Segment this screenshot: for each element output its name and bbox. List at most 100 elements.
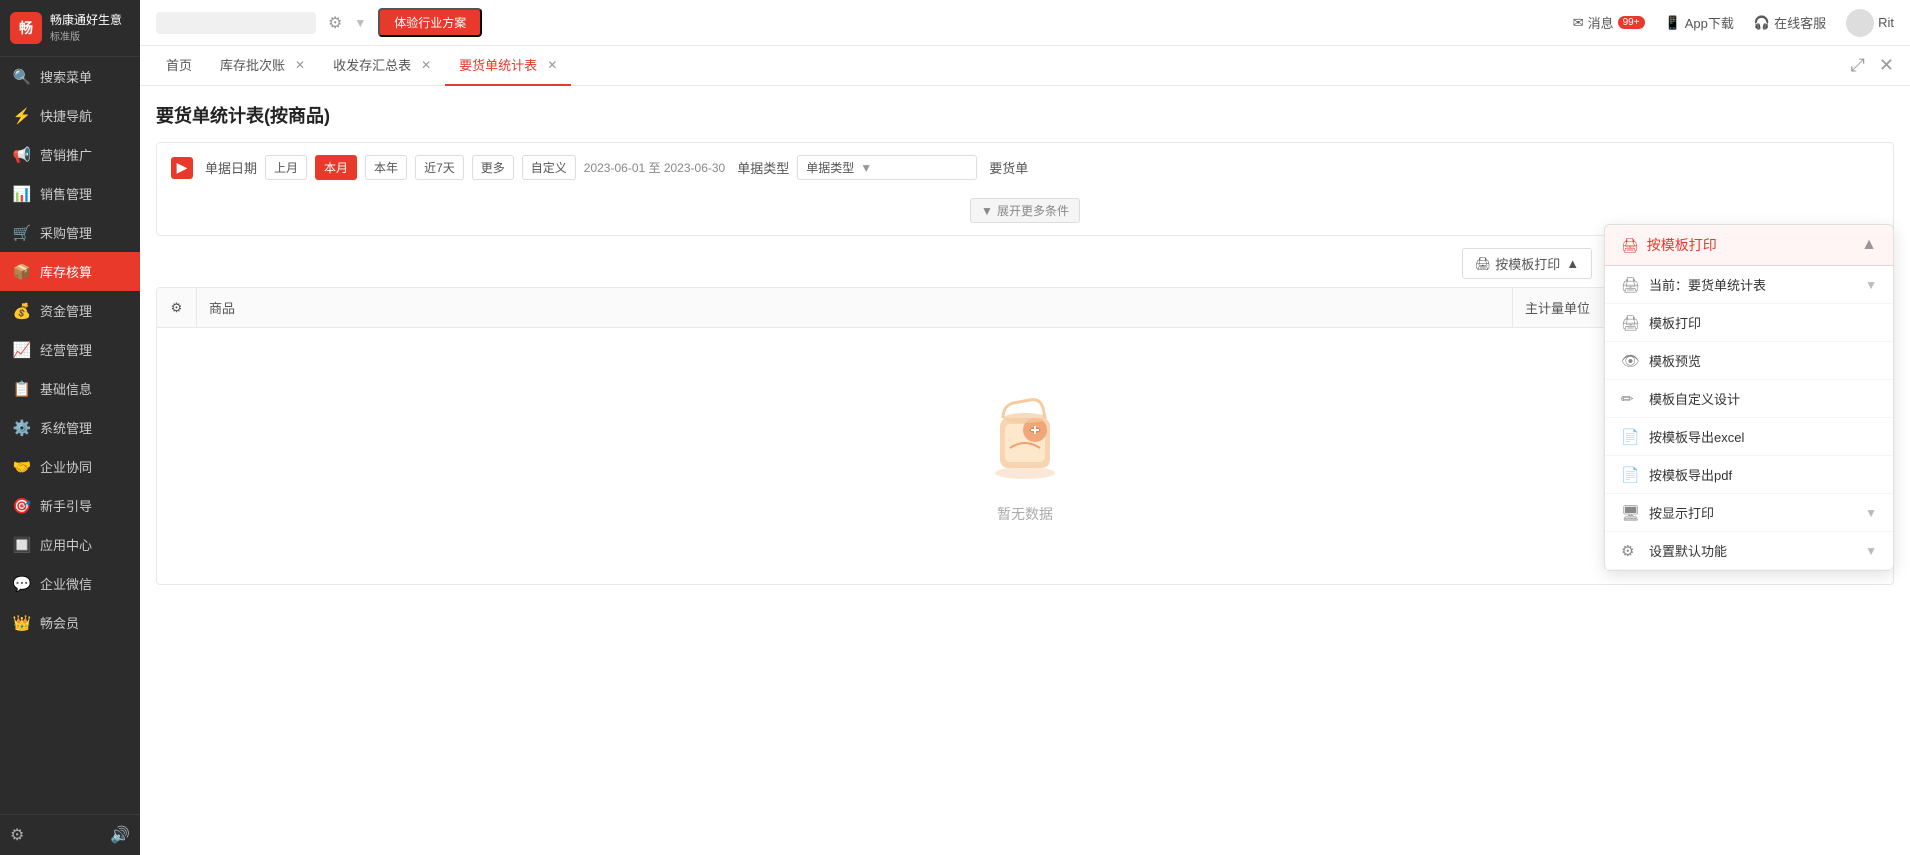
sidebar-item-member[interactable]: 👑 畅会员 bbox=[0, 603, 140, 642]
settings-col-icon[interactable]: ⚙ bbox=[171, 300, 183, 316]
current-template-icon: 🖨 bbox=[1621, 276, 1639, 294]
app-download-button[interactable]: 📱 App下载 bbox=[1665, 13, 1734, 32]
messages-badge: 99+ bbox=[1618, 16, 1645, 29]
sidebar-item-operations[interactable]: 📈 经营管理 bbox=[0, 330, 140, 369]
display-print-arrow: ▼ bbox=[1865, 506, 1877, 520]
sidebar-item-inventory[interactable]: 📦 库存核算 bbox=[0, 252, 140, 291]
export-pdf-icon: 📄 bbox=[1621, 466, 1639, 484]
sidebar-item-apps[interactable]: 🔲 应用中心 bbox=[0, 525, 140, 564]
tab-collection-summary[interactable]: 收发存汇总表 ✕ bbox=[319, 46, 445, 86]
topbar-search-input[interactable] bbox=[156, 12, 316, 34]
trial-button[interactable]: 体验行业方案 bbox=[378, 8, 482, 37]
sidebar-item-marketing[interactable]: 📢 营销推广 bbox=[0, 135, 140, 174]
quick-nav-icon: ⚡ bbox=[12, 107, 32, 125]
doctype-select-arrow: ▼ bbox=[860, 161, 872, 175]
messages-button[interactable]: ✉ 消息 99+ bbox=[1573, 13, 1645, 32]
date-more-btn[interactable]: 更多 bbox=[472, 155, 514, 180]
tabs-maximize-icon[interactable]: ⤢ bbox=[1847, 51, 1869, 80]
messages-icon: ✉ bbox=[1573, 15, 1584, 31]
sidebar-item-basics[interactable]: 📋 基础信息 bbox=[0, 369, 140, 408]
member-icon: 👑 bbox=[12, 614, 32, 632]
guide-icon: 🎯 bbox=[12, 497, 32, 515]
dropdown-export-pdf[interactable]: 📄 按模板导出pdf bbox=[1605, 456, 1893, 494]
apps-icon: 🔲 bbox=[12, 536, 32, 554]
dropdown-set-default[interactable]: ⚙ 设置默认功能 ▼ bbox=[1605, 532, 1893, 570]
date-prev-month-btn[interactable]: 上月 bbox=[265, 155, 307, 180]
set-default-arrow: ▼ bbox=[1865, 544, 1877, 558]
basics-icon: 📋 bbox=[12, 380, 32, 398]
th-check: ⚙ bbox=[157, 288, 197, 327]
sidebar-logo: 畅 畅康通好生意 标准版 bbox=[0, 0, 140, 57]
dropdown-template-preview[interactable]: 👁 模板预览 bbox=[1605, 342, 1893, 380]
dropdown-title: 按模板打印 bbox=[1647, 235, 1717, 255]
marketing-icon: 📢 bbox=[12, 146, 32, 164]
expand-icon: ▼ bbox=[981, 204, 993, 218]
set-default-icon: ⚙ bbox=[1621, 542, 1639, 560]
expand-more-conditions-btn[interactable]: ▼ 展开更多条件 bbox=[970, 198, 1080, 223]
dropdown-menu: 🖨 按模板打印 ▲ 🖨 当前：要货单统计表 ▼ 🖨 模板打印 👁 模板预览 ✏ bbox=[1604, 224, 1894, 571]
sidebar: 畅 畅康通好生意 标准版 🔍 搜索菜单 ⚡ 快捷导航 📢 营销推广 📊 销售管理… bbox=[0, 0, 140, 855]
sidebar-item-search[interactable]: 🔍 搜索菜单 bbox=[0, 57, 140, 96]
app-download-icon: 📱 bbox=[1665, 15, 1681, 31]
date-current-year-btn[interactable]: 本年 bbox=[365, 155, 407, 180]
user-avatar-area[interactable]: Rit bbox=[1846, 9, 1894, 37]
template-design-icon: ✏ bbox=[1621, 390, 1639, 408]
sidebar-item-guide[interactable]: 🎯 新手引导 bbox=[0, 486, 140, 525]
online-service-button[interactable]: 🎧 在线客服 bbox=[1754, 13, 1826, 32]
sidebar-bottom: ⚙ 🔊 bbox=[0, 814, 140, 855]
dropdown-template-print[interactable]: 🖨 模板打印 bbox=[1605, 304, 1893, 342]
order-category-label: 要货单 bbox=[989, 158, 1028, 177]
expand-row: ▼ 展开更多条件 bbox=[171, 198, 1879, 223]
sidebar-item-purchase[interactable]: 🛒 采购管理 bbox=[0, 213, 140, 252]
date-filter-label: 单据日期 bbox=[205, 158, 257, 177]
filter-expand-left: ▶ bbox=[171, 157, 193, 179]
sidebar-item-wechat[interactable]: 💬 企业微信 bbox=[0, 564, 140, 603]
sidebar-item-finance[interactable]: 💰 资金管理 bbox=[0, 291, 140, 330]
app-logo-icon: 畅 bbox=[10, 12, 42, 44]
print-icon: 🖨 bbox=[1475, 256, 1492, 272]
topbar-gear-icon[interactable]: ⚙ bbox=[328, 13, 342, 33]
date-custom-btn[interactable]: 自定义 bbox=[522, 155, 576, 180]
empty-illustration bbox=[975, 388, 1075, 488]
date-filter-section: 单据日期 上月 本月 本年 近7天 更多 自定义 2023-06-01 至 20… bbox=[205, 155, 725, 180]
display-print-icon: 🖥 bbox=[1621, 504, 1639, 522]
sidebar-item-system[interactable]: ⚙️ 系统管理 bbox=[0, 408, 140, 447]
date-7days-btn[interactable]: 近7天 bbox=[415, 155, 464, 180]
tabs-close-icon[interactable]: ✕ bbox=[1875, 51, 1898, 80]
sidebar-nav: ⚡ 快捷导航 📢 营销推广 📊 销售管理 🛒 采购管理 📦 库存核算 💰 资金管… bbox=[0, 96, 140, 814]
dropdown-title-area: 🖨 按模板打印 bbox=[1621, 235, 1717, 255]
tab-collection-summary-close[interactable]: ✕ bbox=[421, 58, 431, 72]
tab-batch-account[interactable]: 库存批次账 ✕ bbox=[206, 46, 319, 86]
tab-order-stats[interactable]: 要货单统计表 ✕ bbox=[445, 46, 571, 86]
sidebar-item-sales[interactable]: 📊 销售管理 bbox=[0, 174, 140, 213]
tabs-right: ⤢ ✕ bbox=[1847, 51, 1899, 80]
tab-home[interactable]: 首页 bbox=[152, 46, 206, 86]
dropdown-display-print[interactable]: 🖥 按显示打印 ▼ bbox=[1605, 494, 1893, 532]
filter-toggle-icon[interactable]: ▶ bbox=[171, 157, 193, 179]
page-title: 要货单统计表(按商品) bbox=[156, 102, 1894, 128]
print-template-btn[interactable]: 🖨 按模板打印 ▲ bbox=[1462, 248, 1592, 279]
tabs-bar: 首页 库存批次账 ✕ 收发存汇总表 ✕ 要货单统计表 ✕ ⤢ ✕ bbox=[140, 46, 1910, 86]
sidebar-settings-icon[interactable]: ⚙ bbox=[10, 825, 24, 845]
sidebar-item-quick-nav[interactable]: ⚡ 快捷导航 bbox=[0, 96, 140, 135]
sidebar-sound-icon[interactable]: 🔊 bbox=[110, 825, 130, 845]
dropdown-template-design[interactable]: ✏ 模板自定义设计 bbox=[1605, 380, 1893, 418]
dropdown-current-template[interactable]: 🖨 当前：要货单统计表 ▼ bbox=[1605, 266, 1893, 304]
date-range-display: 2023-06-01 至 2023-06-30 bbox=[584, 159, 725, 176]
main-area: ⚙ ▼ 体验行业方案 ✉ 消息 99+ 📱 App下载 🎧 在线客服 Rit bbox=[140, 0, 1910, 855]
sidebar-item-collab[interactable]: 🤝 企业协同 bbox=[0, 447, 140, 486]
dropdown-header: 🖨 按模板打印 ▲ bbox=[1605, 225, 1893, 266]
system-icon: ⚙️ bbox=[12, 419, 32, 437]
order-category-section: 要货单 bbox=[989, 158, 1028, 177]
avatar bbox=[1846, 9, 1874, 37]
inventory-icon: 📦 bbox=[12, 263, 32, 281]
dropdown-export-excel[interactable]: 📄 按模板导出excel bbox=[1605, 418, 1893, 456]
tab-batch-account-close[interactable]: ✕ bbox=[295, 58, 305, 72]
date-current-month-btn[interactable]: 本月 bbox=[315, 155, 357, 180]
doctype-select[interactable]: 单据类型 ▼ bbox=[797, 155, 977, 180]
topbar-nav-arrow: ▼ bbox=[354, 16, 366, 30]
tab-order-stats-close[interactable]: ✕ bbox=[547, 58, 557, 72]
dropdown-close-btn[interactable]: ▲ bbox=[1861, 236, 1877, 254]
purchase-icon: 🛒 bbox=[12, 224, 32, 242]
print-arrow: ▲ bbox=[1566, 256, 1579, 271]
